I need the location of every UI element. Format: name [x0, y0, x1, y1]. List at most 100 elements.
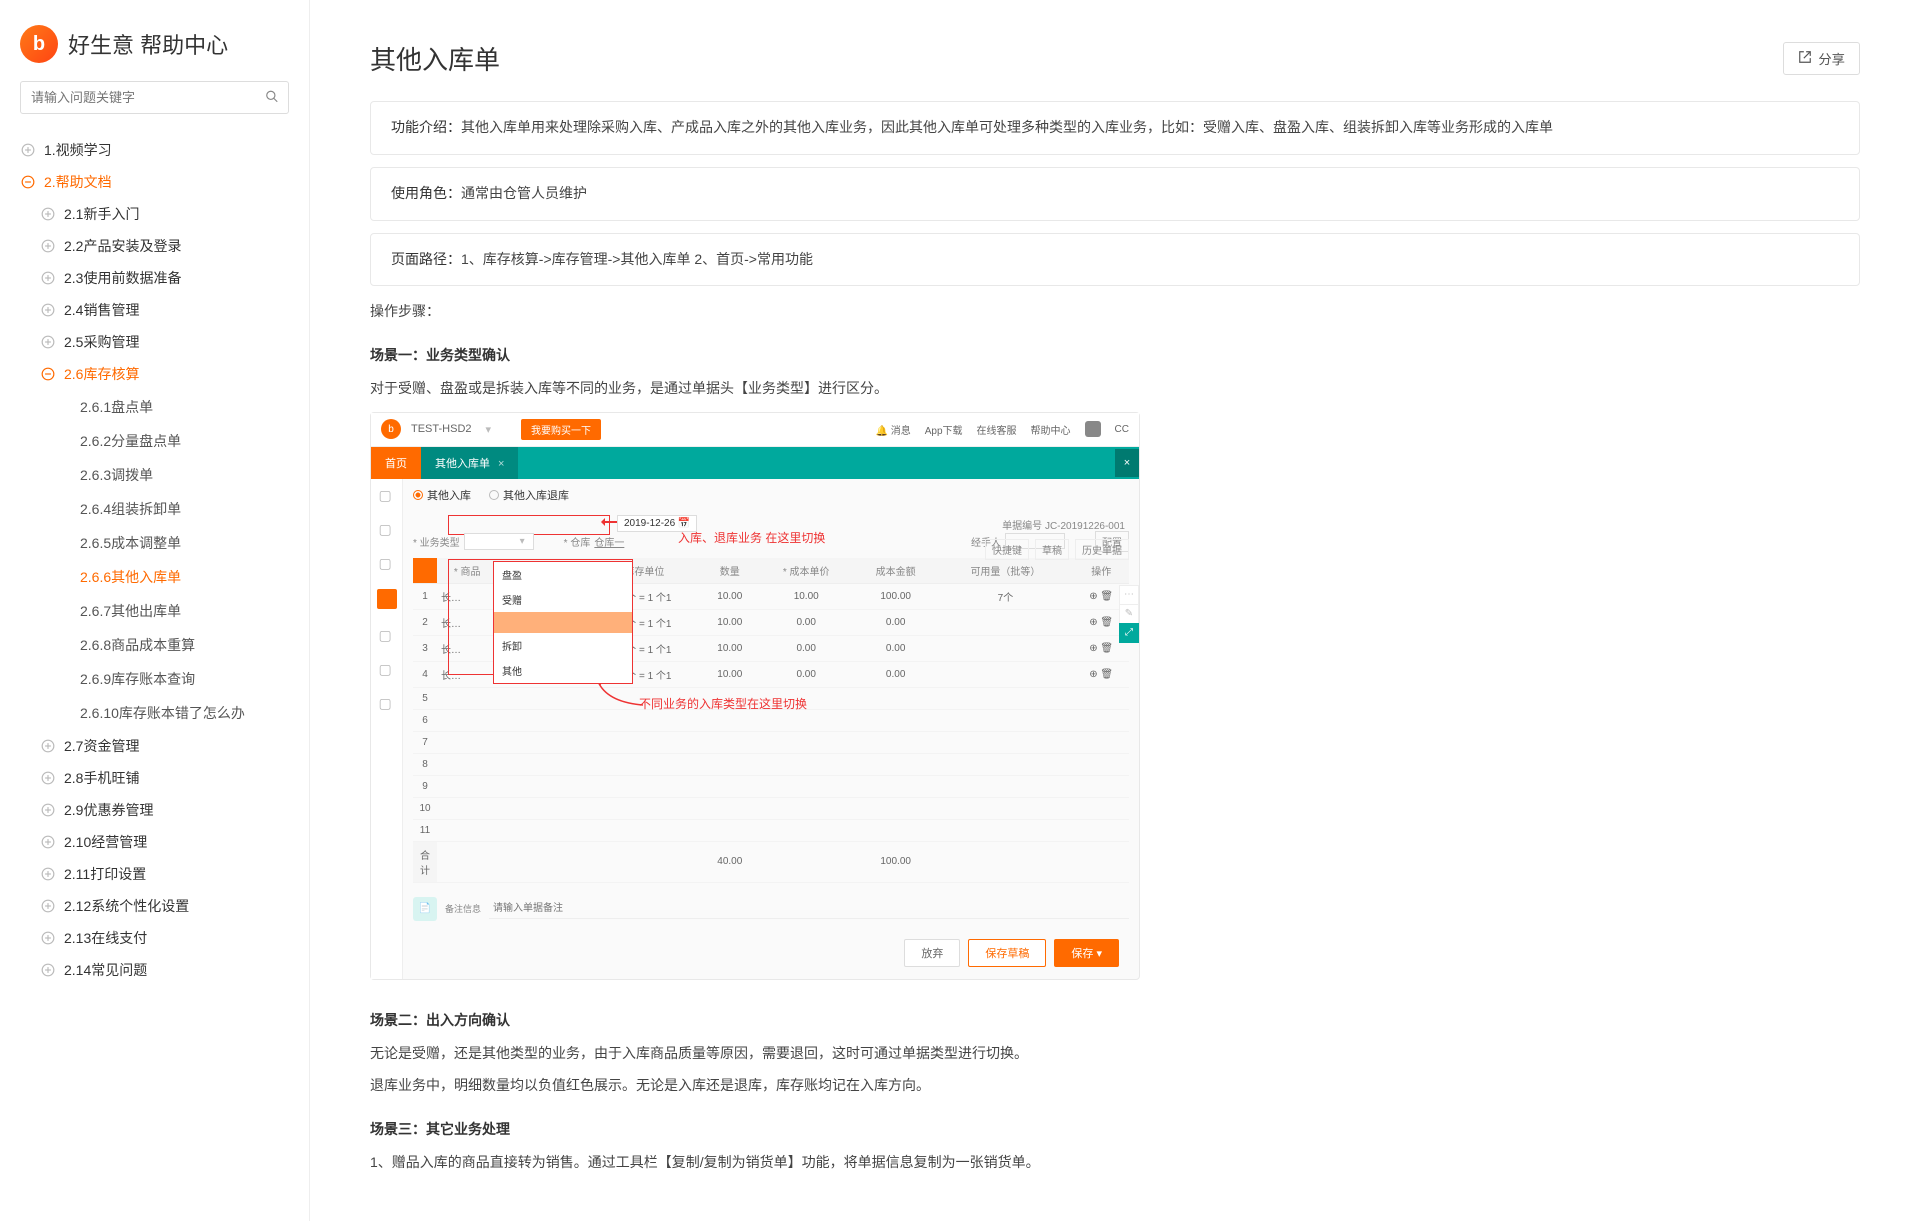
ss-logo-icon: b	[381, 419, 401, 439]
remark-input	[489, 899, 1129, 919]
ss-draft-btn: 保存草稿	[968, 939, 1046, 967]
nav-269[interactable]: 2.6.9库存账本查询	[80, 662, 289, 696]
nav-267[interactable]: 2.6.7其他出库单	[80, 594, 289, 628]
logo: b 好生意 帮助中心	[20, 25, 289, 63]
dd-opt: 盘盈	[494, 562, 632, 587]
nav-21[interactable]: 2.1新手入门	[40, 198, 289, 230]
nav-27[interactable]: 2.7资金管理	[40, 730, 289, 762]
nav-25[interactable]: 2.5采购管理	[40, 326, 289, 358]
nav-210[interactable]: 2.10经营管理	[40, 826, 289, 858]
ss-remark: 📄 备注信息	[413, 897, 1129, 921]
minus-icon	[20, 174, 36, 190]
intro-box: 功能介绍：其他入库单用来处理除采购入库、产成品入库之外的其他入库业务，因此其他入…	[370, 101, 1860, 155]
table-row: 7	[413, 731, 1129, 753]
scene3-title: 场景三：其它业务处理	[370, 1119, 1860, 1139]
embedded-screenshot: b TEST-HSD2 ▾ 我要购买一下 🔔 消息 App下载 在线客服 帮助中…	[370, 412, 1140, 980]
plus-icon	[20, 142, 36, 158]
nav-22[interactable]: 2.2产品安装及登录	[40, 230, 289, 262]
table-row: 6	[413, 709, 1129, 731]
search-icon[interactable]	[265, 89, 279, 106]
rail-icon: ▢	[379, 661, 395, 677]
nav-2610[interactable]: 2.6.10库存账本错了怎么办	[80, 696, 289, 730]
ss-side-icons: ⋯ ✎ ⤢	[1119, 585, 1139, 642]
intro-label: 功能介绍：	[391, 119, 461, 135]
dd-opt: 拆卸	[494, 633, 632, 658]
th-avail: 可用量（批等）	[937, 558, 1073, 584]
plus-icon	[40, 866, 56, 882]
nav: 1.视频学习 2.帮助文档 2.1新手入门 2.2产品安装及登录 2.3使用前数…	[20, 134, 289, 986]
nav-261[interactable]: 2.6.1盘点单	[80, 390, 289, 424]
nav-211[interactable]: 2.11打印设置	[40, 858, 289, 890]
close-icon: ×	[498, 458, 504, 470]
nav-29[interactable]: 2.9优惠券管理	[40, 794, 289, 826]
side-icon: ⋯	[1119, 585, 1139, 605]
ss-date: 2019-12-26 📅	[617, 515, 697, 532]
ss-save-btn: 保存 ▾	[1054, 939, 1119, 967]
table-row: 8	[413, 753, 1129, 775]
nav-23[interactable]: 2.3使用前数据准备	[40, 262, 289, 294]
scene3-text: 1、赠品入库的商品直接转为销售。通过工具栏【复制/复制为销货单】功能，将单据信息…	[370, 1149, 1860, 1176]
nav-264[interactable]: 2.6.4组装拆卸单	[80, 492, 289, 526]
logo-icon: b	[20, 25, 58, 63]
path-label: 页面路径：	[391, 251, 461, 267]
dd-opt-selected	[494, 612, 632, 633]
table-totals: 合计40.00100.00	[413, 841, 1129, 882]
table-row: 11	[413, 819, 1129, 841]
search-box	[20, 81, 289, 114]
ss-username: CC	[1115, 424, 1129, 435]
nav-video[interactable]: 1.视频学习	[20, 134, 289, 166]
minus-icon	[40, 366, 56, 382]
table-row: 9	[413, 775, 1129, 797]
th-idx	[413, 558, 437, 584]
path-box: 页面路径：1、库存核算->库存管理->其他入库单 2、首页->常用功能	[370, 233, 1860, 287]
ss-footer: 放弃 保存草稿 保存 ▾	[413, 931, 1129, 979]
rail-icon: ▢	[379, 555, 395, 571]
nav-262[interactable]: 2.6.2分量盘点单	[80, 424, 289, 458]
nav-26[interactable]: 2.6库存核算	[40, 358, 289, 390]
side-icon: ✎	[1119, 604, 1139, 624]
ss-tabs: 首页 其他入库单× ×	[371, 447, 1139, 479]
nav-help-doc[interactable]: 2.帮助文档	[20, 166, 289, 198]
ss-radio-in: 其他入库	[413, 487, 471, 503]
scene2-text2: 退库业务中，明细数量均以负值红色展示。无论是入库还是退库，库存账均记在入库方向。	[370, 1072, 1860, 1099]
search-input[interactable]	[20, 81, 289, 114]
ss-biztype-field: * 业务类型 ▾	[413, 533, 534, 550]
th-qty: 数量	[701, 558, 759, 584]
nav-24[interactable]: 2.4销售管理	[40, 294, 289, 326]
ss-close-all: ×	[1115, 449, 1139, 477]
ss-content: 其他入库 其他入库退库 入库、退库业务 在这里切换 2019-12-26 📅 单…	[403, 479, 1139, 979]
annotation-text-2: 不同业务的入库类型在这里切换	[639, 695, 807, 712]
main-content: 其他入库单 分享 功能介绍：其他入库单用来处理除采购入库、产成品入库之外的其他入…	[310, 0, 1920, 1221]
nav-212[interactable]: 2.12系统个性化设置	[40, 890, 289, 922]
nav-266[interactable]: 2.6.6其他入库单	[80, 560, 289, 594]
ss-top-help: 帮助中心	[1031, 422, 1071, 437]
ss-radio-return: 其他入库退库	[489, 487, 569, 503]
steps-label: 操作步骤：	[370, 298, 1860, 325]
th-op: 操作	[1073, 558, 1129, 584]
ss-tab-active: 其他入库单×	[421, 447, 518, 479]
nav-263[interactable]: 2.6.3调拨单	[80, 458, 289, 492]
nav-213[interactable]: 2.13在线支付	[40, 922, 289, 954]
ss-warehouse-field: * 仓库 仓库一	[564, 534, 625, 549]
rail-icon-active	[377, 589, 397, 609]
nav-214[interactable]: 2.14常见问题	[40, 954, 289, 986]
nav-28[interactable]: 2.8手机旺铺	[40, 762, 289, 794]
ss-link-draft: 草稿	[1035, 539, 1069, 560]
role-label: 使用角色：	[391, 185, 461, 201]
scene2-text1: 无论是受赠，还是其他类型的业务，由于入库商品质量等原因，需要退回，这时可通过单据…	[370, 1040, 1860, 1067]
remark-icon: 📄	[413, 897, 437, 921]
page-title: 其他入库单	[370, 40, 500, 77]
plus-icon	[40, 206, 56, 222]
ss-topbar: b TEST-HSD2 ▾ 我要购买一下 🔔 消息 App下载 在线客服 帮助中…	[371, 413, 1139, 447]
th-product: * 商品	[437, 558, 497, 584]
plus-icon	[40, 802, 56, 818]
rail-icon: ▢	[379, 521, 395, 537]
share-button[interactable]: 分享	[1783, 42, 1860, 75]
ss-order-no: 单据编号 JC-20191226-001	[1002, 517, 1125, 532]
plus-icon	[40, 738, 56, 754]
scene2-title: 场景二：出入方向确认	[370, 1010, 1860, 1030]
nav-265[interactable]: 2.6.5成本调整单	[80, 526, 289, 560]
nav-268[interactable]: 2.6.8商品成本重算	[80, 628, 289, 662]
table-row: 10	[413, 797, 1129, 819]
role-text: 通常由仓管人员维护	[461, 185, 587, 201]
